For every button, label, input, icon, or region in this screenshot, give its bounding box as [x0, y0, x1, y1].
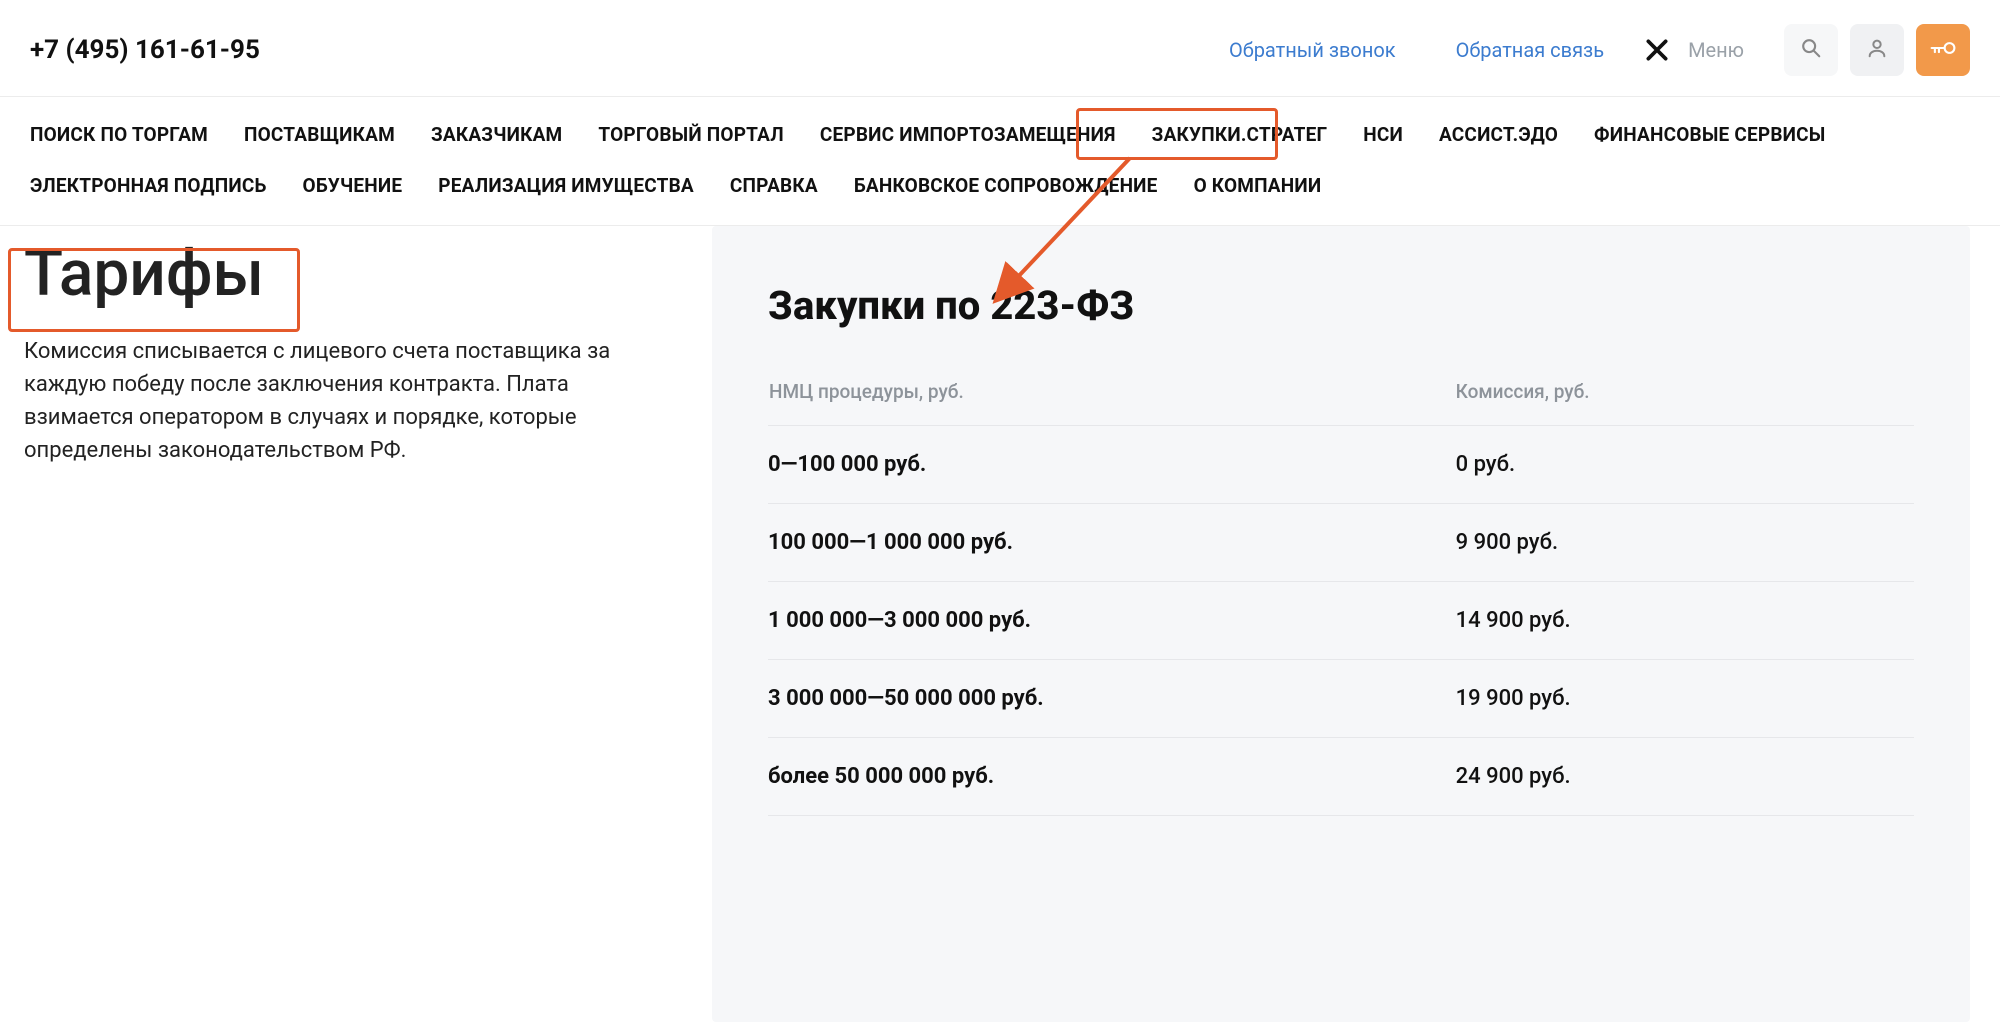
cell-fee: 9 900 руб.: [1456, 504, 1914, 582]
search-icon: [1800, 37, 1822, 63]
nav-item-11[interactable]: РЕАЛИЗАЦИЯ ИМУЩЕСТВА: [438, 160, 694, 211]
close-icon[interactable]: [1644, 37, 1670, 63]
nav-item-7[interactable]: АССИСТ.ЭДО: [1439, 109, 1558, 160]
nav-item-10[interactable]: ОБУЧЕНИЕ: [303, 160, 403, 211]
cell-fee: 14 900 руб.: [1456, 582, 1914, 660]
search-button[interactable]: [1784, 24, 1838, 76]
table-row: 100 000—1 000 000 руб.9 900 руб.: [768, 504, 1914, 582]
nav-item-5[interactable]: ЗАКУПКИ.СТРАТЕГ: [1152, 109, 1328, 160]
topbar: +7 (495) 161-61-95 Обратный звонок Обрат…: [0, 0, 2000, 96]
table-row: 3 000 000—50 000 000 руб.19 900 руб.: [768, 660, 1914, 738]
section-title: Закупки по 223-ФЗ: [768, 282, 1914, 329]
link-feedback[interactable]: Обратная связь: [1456, 38, 1604, 62]
cell-fee: 19 900 руб.: [1456, 660, 1914, 738]
table-row: более 50 000 000 руб.24 900 руб.: [768, 738, 1914, 816]
cell-range: 1 000 000—3 000 000 руб.: [768, 582, 1456, 660]
login-key-button[interactable]: [1916, 24, 1970, 76]
nav-item-9[interactable]: ЭЛЕКТРОННАЯ ПОДПИСЬ: [30, 160, 267, 211]
cell-fee: 0 руб.: [1456, 426, 1914, 504]
table-row: 0—100 000 руб.0 руб.: [768, 426, 1914, 504]
nav-item-3[interactable]: ТОРГОВЫЙ ПОРТАЛ: [598, 109, 783, 160]
page-title: Тарифы: [24, 236, 712, 311]
menu-label: Меню: [1688, 38, 1744, 62]
page-intro: Комиссия списывается с лицевого счета по…: [24, 335, 624, 467]
table-row: 1 000 000—3 000 000 руб.14 900 руб.: [768, 582, 1914, 660]
nav-item-1[interactable]: ПОСТАВЩИКАМ: [244, 109, 395, 160]
col-range: НМЦ процедуры, руб.: [768, 379, 1456, 426]
nav-item-12[interactable]: СПРАВКА: [730, 160, 818, 211]
account-button[interactable]: [1850, 24, 1904, 76]
col-fee: Комиссия, руб.: [1456, 379, 1914, 426]
tariff-table: НМЦ процедуры, руб. Комиссия, руб. 0—100…: [768, 379, 1914, 816]
nav-item-6[interactable]: НСИ: [1363, 109, 1403, 160]
main-nav: ПОИСК ПО ТОРГАМ ПОСТАВЩИКАМ ЗАКАЗЧИКАМ ТОРГ…: [0, 96, 2000, 226]
cell-range: 3 000 000—50 000 000 руб.: [768, 660, 1456, 738]
nav-item-8[interactable]: ФИНАНСОВЫЕ СЕРВИСЫ: [1594, 109, 1825, 160]
cell-fee: 24 900 руб.: [1456, 738, 1914, 816]
nav-item-4[interactable]: СЕРВИС ИМПОРТОЗАМЕЩЕНИЯ: [820, 109, 1116, 160]
nav-item-13[interactable]: БАНКОВСКОЕ СОПРОВОЖДЕНИЕ: [854, 160, 1158, 211]
cell-range: более 50 000 000 руб.: [768, 738, 1456, 816]
cell-range: 100 000—1 000 000 руб.: [768, 504, 1456, 582]
key-icon: [1930, 38, 1956, 62]
nav-item-0[interactable]: ПОИСК ПО ТОРГАМ: [30, 109, 208, 160]
link-callback[interactable]: Обратный звонок: [1229, 38, 1396, 62]
tariff-panel: Закупки по 223-ФЗ НМЦ процедуры, руб. Ко…: [712, 226, 1970, 1022]
nav-item-14[interactable]: О КОМПАНИИ: [1194, 160, 1322, 211]
phone-number[interactable]: +7 (495) 161-61-95: [30, 35, 260, 65]
user-icon: [1866, 37, 1888, 63]
cell-range: 0—100 000 руб.: [768, 426, 1456, 504]
nav-item-2[interactable]: ЗАКАЗЧИКАМ: [431, 109, 562, 160]
